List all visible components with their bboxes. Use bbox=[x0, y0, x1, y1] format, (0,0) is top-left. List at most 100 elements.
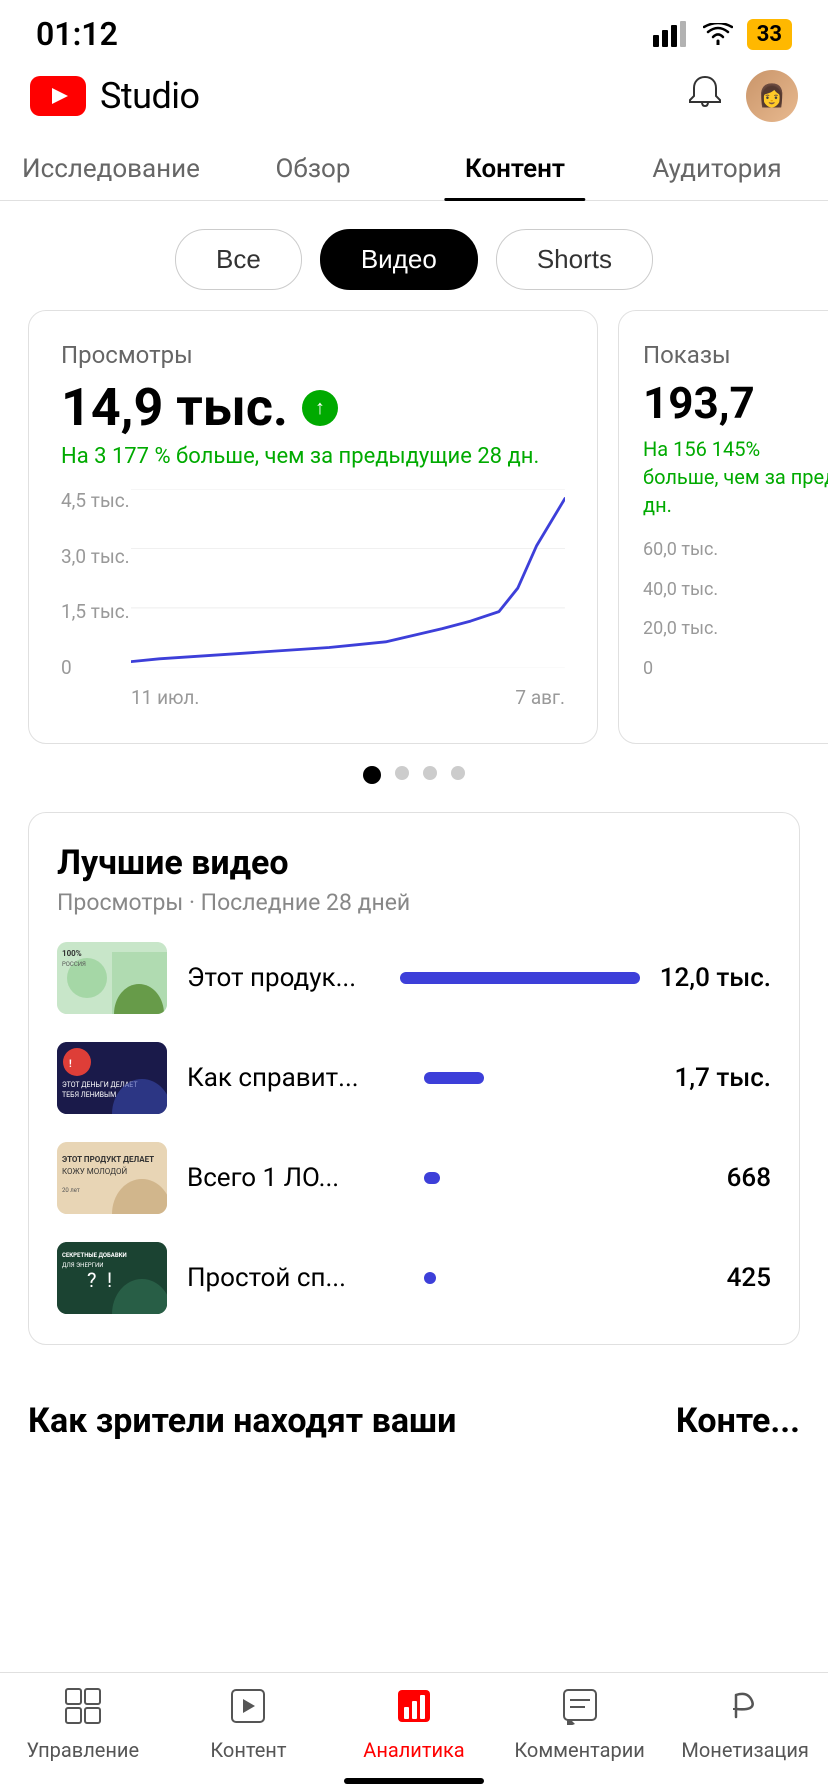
status-bar: 01:12 33 bbox=[0, 0, 828, 60]
tab-overview[interactable]: Обзор bbox=[212, 138, 414, 200]
analytics-icon bbox=[395, 1687, 433, 1730]
dot-2[interactable] bbox=[395, 766, 409, 780]
nav-content[interactable]: Контент bbox=[166, 1687, 332, 1762]
svg-text:РОССИЯ: РОССИЯ bbox=[62, 961, 86, 968]
nav-manage[interactable]: Управление bbox=[0, 1687, 166, 1762]
filter-all[interactable]: Все bbox=[175, 229, 302, 290]
comments-icon bbox=[561, 1687, 599, 1730]
svg-text:100%: 100% bbox=[62, 949, 82, 958]
logo-area: Studio bbox=[30, 75, 200, 117]
battery-indicator: 33 bbox=[747, 19, 792, 50]
y-label-4: 0 bbox=[61, 656, 130, 679]
filter-buttons: Все Видео Shorts bbox=[0, 201, 828, 310]
video-row-4[interactable]: СЕКРЕТНЫЕ ДОБАВКИ ДЛЯ ЭНЕРГИИ ? ! Просто… bbox=[57, 1242, 771, 1314]
svg-text:ДЛЯ ЭНЕРГИИ: ДЛЯ ЭНЕРГИИ bbox=[62, 1262, 104, 1269]
dot-3[interactable] bbox=[423, 766, 437, 780]
svg-text:!: ! bbox=[69, 1059, 72, 1070]
chart-y-labels: 4,5 тыс. 3,0 тыс. 1,5 тыс. 0 bbox=[61, 489, 130, 679]
bar-track-4 bbox=[424, 1272, 436, 1284]
bar-track-2 bbox=[424, 1072, 484, 1084]
nav-monetization[interactable]: Монетизация bbox=[662, 1687, 828, 1762]
svg-text:!: ! bbox=[107, 1268, 112, 1292]
trend-up-icon: ↑ bbox=[302, 390, 338, 426]
tab-content[interactable]: Контент bbox=[414, 138, 616, 200]
video-row-1[interactable]: 100% РОССИЯ Этот продук... 12,0 тыс. bbox=[57, 942, 771, 1014]
video-count-4: 425 bbox=[661, 1263, 771, 1293]
best-videos-card: Лучшие видео Просмотры · Последние 28 дн… bbox=[28, 812, 800, 1345]
video-count-1: 12,0 тыс. bbox=[660, 963, 771, 993]
manage-icon bbox=[64, 1687, 102, 1730]
nav-analytics-label: Аналитика bbox=[363, 1738, 464, 1762]
best-videos-title: Лучшие видео bbox=[57, 843, 771, 883]
youtube-logo-icon bbox=[30, 76, 86, 116]
views-value-row: 14,9 тыс. ↑ bbox=[61, 377, 565, 438]
video-count-3: 668 bbox=[661, 1163, 771, 1193]
nav-content-label: Контент bbox=[210, 1738, 286, 1762]
avatar[interactable]: 👩 bbox=[746, 70, 798, 122]
impressions-value: 193,7 bbox=[643, 377, 828, 429]
svg-text:КОЖУ МОЛОДОЙ: КОЖУ МОЛОДОЙ bbox=[62, 1167, 127, 1176]
date-end: 7 авг. bbox=[515, 686, 565, 709]
video-title-1: Этот продук... bbox=[187, 963, 380, 993]
svg-text:СЕКРЕТНЫЕ ДОБАВКИ: СЕКРЕТНЫЕ ДОБАВКИ bbox=[62, 1252, 127, 1259]
impressions-y-labels: 60,0 тыс. 40,0 тыс. 20,0 тыс. 0 bbox=[643, 539, 828, 679]
date-start: 11 июл. bbox=[131, 686, 199, 709]
video-thumb-4: СЕКРЕТНЫЕ ДОБАВКИ ДЛЯ ЭНЕРГИИ ? ! bbox=[57, 1242, 167, 1314]
impressions-label: Показы bbox=[643, 341, 828, 369]
video-title-3: Всего 1 ЛО... bbox=[187, 1163, 404, 1193]
nav-comments[interactable]: Комментарии bbox=[497, 1687, 663, 1762]
views-label: Просмотры bbox=[61, 341, 565, 369]
nav-manage-label: Управление bbox=[27, 1738, 140, 1762]
tab-audience[interactable]: Аудитория bbox=[616, 138, 818, 200]
chart-x-labels: 11 июл. 7 авг. bbox=[131, 686, 565, 709]
impressions-card: Показы 193,7 На 156 145%больше, чем за п… bbox=[618, 310, 828, 744]
notifications-button[interactable] bbox=[688, 74, 722, 119]
dot-1[interactable] bbox=[363, 766, 381, 784]
header-actions: 👩 bbox=[688, 70, 798, 122]
y-label-2: 3,0 тыс. bbox=[61, 545, 130, 568]
bottom-teaser: Как зрители находят ваши Конте... bbox=[28, 1373, 800, 1451]
views-card: Просмотры 14,9 тыс. ↑ На 3 177 % больше,… bbox=[28, 310, 598, 744]
views-change: На 3 177 % больше, чем за предыдущие 28 … bbox=[61, 444, 565, 469]
video-count-2: 1,7 тыс. bbox=[661, 1063, 771, 1093]
bottom-navigation: Управление Контент Аналитика bbox=[0, 1672, 828, 1792]
y-label-3: 1,5 тыс. bbox=[61, 600, 130, 623]
views-value: 14,9 тыс. bbox=[61, 377, 288, 438]
app-header: Studio 👩 bbox=[0, 60, 828, 138]
video-thumb-3: ЭТОТ ПРОДУКТ ДЕЛАЕТ КОЖУ МОЛОДОЙ 20 лет bbox=[57, 1142, 167, 1214]
tab-navigation: Исследование Обзор Контент Аудитория bbox=[0, 138, 828, 201]
nav-comments-label: Комментарии bbox=[514, 1738, 644, 1762]
bar-2 bbox=[424, 1072, 641, 1084]
video-row-3[interactable]: ЭТОТ ПРОДУКТ ДЕЛАЕТ КОЖУ МОЛОДОЙ 20 лет … bbox=[57, 1142, 771, 1214]
impressions-change: На 156 145%больше, чем за предыдущие 28д… bbox=[643, 435, 828, 519]
video-thumb-1: 100% РОССИЯ bbox=[57, 942, 167, 1014]
video-thumb-2: ! ЭТОТ ДЕНЬГИ ДЕЛАЕТ ТЕБЯ ЛЕНИВЫМ bbox=[57, 1042, 167, 1114]
video-row-2[interactable]: ! ЭТОТ ДЕНЬГИ ДЕЛАЕТ ТЕБЯ ЛЕНИВЫМ Как сп… bbox=[57, 1042, 771, 1114]
dot-4[interactable] bbox=[451, 766, 465, 780]
video-title-2: Как справит... bbox=[187, 1063, 404, 1093]
wifi-icon bbox=[703, 23, 733, 45]
app-title: Studio bbox=[100, 75, 200, 117]
nav-analytics[interactable]: Аналитика bbox=[331, 1687, 497, 1762]
video-title-4: Простой сп... bbox=[187, 1263, 404, 1293]
tab-research[interactable]: Исследование bbox=[10, 138, 212, 200]
bar-4 bbox=[424, 1272, 641, 1284]
bar-1 bbox=[400, 972, 640, 984]
bar-track-1 bbox=[400, 972, 640, 984]
filter-shorts[interactable]: Shorts bbox=[496, 229, 653, 290]
status-time: 01:12 bbox=[36, 15, 118, 53]
home-indicator bbox=[344, 1778, 484, 1784]
bar-3 bbox=[424, 1172, 641, 1184]
svg-text:?: ? bbox=[87, 1268, 96, 1292]
svg-text:ЭТОТ ПРОДУКТ ДЕЛАЕТ: ЭТОТ ПРОДУКТ ДЕЛАЕТ bbox=[62, 1155, 154, 1164]
status-icons: 33 bbox=[653, 19, 792, 50]
metrics-slider: Просмотры 14,9 тыс. ↑ На 3 177 % больше,… bbox=[0, 310, 828, 744]
nav-monetization-label: Монетизация bbox=[681, 1738, 808, 1762]
monetization-icon bbox=[726, 1687, 764, 1730]
best-videos-subtitle: Просмотры · Последние 28 дней bbox=[57, 889, 771, 916]
y-label-1: 4,5 тыс. bbox=[61, 489, 130, 512]
svg-text:20 лет: 20 лет bbox=[62, 1187, 80, 1194]
svg-text:ТЕБЯ ЛЕНИВЫМ: ТЕБЯ ЛЕНИВЫМ bbox=[62, 1091, 116, 1099]
pagination-dots bbox=[0, 766, 828, 784]
filter-video[interactable]: Видео bbox=[320, 229, 478, 290]
